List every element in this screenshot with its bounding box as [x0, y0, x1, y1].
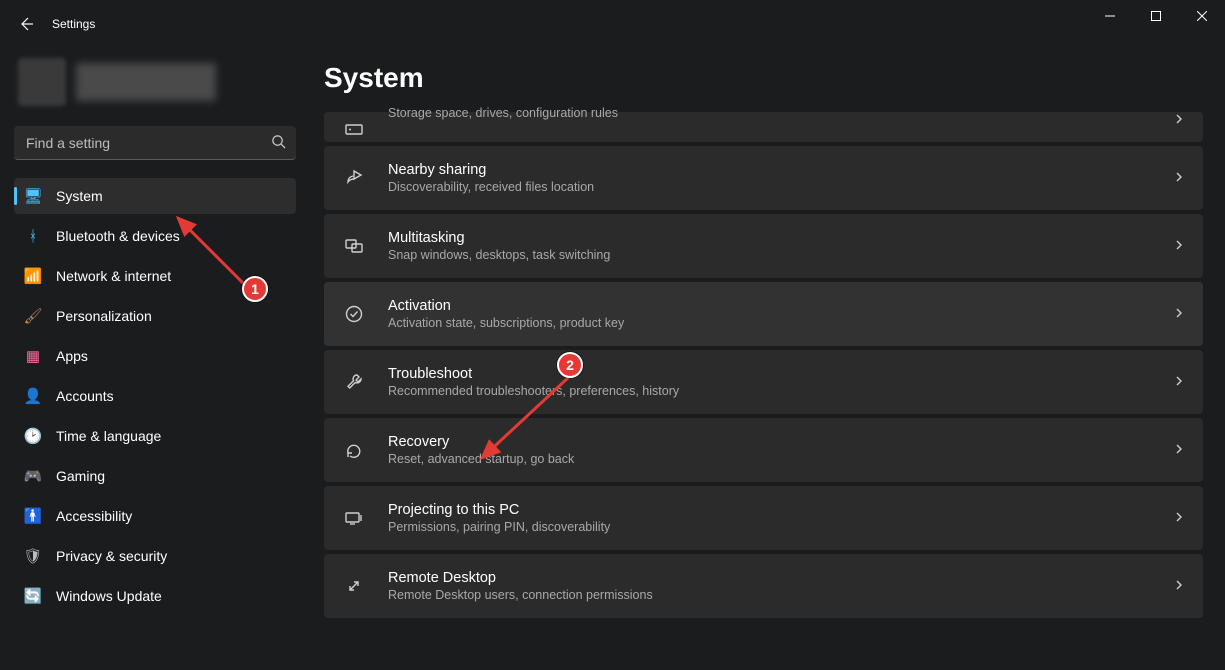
- sidebar: 🖥 System ᚼ Bluetooth & devices 📶 Network & in…: [0, 48, 310, 670]
- settings-card-nearby[interactable]: Nearby sharing Discoverability, received …: [324, 146, 1203, 210]
- chevron-right-icon: [1173, 374, 1185, 390]
- storage-icon: [342, 116, 366, 140]
- bluetooth-icon: ᚼ: [24, 227, 42, 245]
- settings-list: Storage space, drives, configuration rul…: [324, 112, 1203, 618]
- network-icon: 📶: [24, 267, 42, 285]
- content: System Storage space, drives, configurat…: [310, 48, 1225, 670]
- remote-icon: [342, 574, 366, 598]
- update-icon: 🔄: [24, 587, 42, 605]
- close-button[interactable]: [1179, 0, 1225, 32]
- minimize-button[interactable]: [1087, 0, 1133, 32]
- chevron-right-icon: [1173, 170, 1185, 186]
- card-title: Troubleshoot: [388, 366, 1151, 382]
- sidebar-item-label: Time & language: [56, 428, 161, 444]
- gaming-icon: 🎮: [24, 467, 42, 485]
- sidebar-item-bluetooth[interactable]: ᚼ Bluetooth & devices: [14, 218, 296, 254]
- sidebar-item-personalization[interactable]: 🖌 Personalization: [14, 298, 296, 334]
- sidebar-item-label: Personalization: [56, 308, 152, 324]
- sidebar-item-system[interactable]: 🖥 System: [14, 178, 296, 214]
- accessibility-icon: 🚹: [24, 507, 42, 525]
- privacy-icon: 🛡: [24, 547, 42, 565]
- card-title: Remote Desktop: [388, 570, 1151, 586]
- card-subtitle: Remote Desktop users, connection permiss…: [388, 588, 1151, 602]
- search-input[interactable]: [14, 126, 296, 160]
- card-subtitle: Reset, advanced startup, go back: [388, 452, 1151, 466]
- card-title: Recovery: [388, 434, 1151, 450]
- chevron-right-icon: [1173, 238, 1185, 254]
- projecting-icon: [342, 506, 366, 530]
- sidebar-item-time[interactable]: 🕑 Time & language: [14, 418, 296, 454]
- settings-card-projecting[interactable]: Projecting to this PC Permissions, pairin…: [324, 486, 1203, 550]
- sidebar-item-label: Accessibility: [56, 508, 132, 524]
- chevron-right-icon: [1173, 578, 1185, 594]
- recovery-icon: [342, 438, 366, 462]
- settings-card-remote[interactable]: Remote Desktop Remote Desktop users, conn…: [324, 554, 1203, 618]
- sidebar-item-gaming[interactable]: 🎮 Gaming: [14, 458, 296, 494]
- nearby-icon: [342, 166, 366, 190]
- search-container: [14, 126, 296, 160]
- sidebar-item-label: Gaming: [56, 468, 105, 484]
- annotation-marker-1: 1: [242, 276, 268, 302]
- settings-card-activation[interactable]: Activation Activation state, subscription…: [324, 282, 1203, 346]
- troubleshoot-icon: [342, 370, 366, 394]
- titlebar: Settings: [0, 0, 1225, 48]
- card-subtitle: Recommended troubleshooters, preferences…: [388, 384, 1151, 398]
- chevron-right-icon: [1173, 442, 1185, 458]
- card-subtitle: Snap windows, desktops, task switching: [388, 248, 1151, 262]
- chevron-right-icon: [1173, 112, 1185, 128]
- maximize-button[interactable]: [1133, 0, 1179, 32]
- sidebar-item-update[interactable]: 🔄 Windows Update: [14, 578, 296, 614]
- settings-card-multitask[interactable]: Multitasking Snap windows, desktops, task…: [324, 214, 1203, 278]
- annotation-marker-2: 2: [557, 352, 583, 378]
- sidebar-item-label: Windows Update: [56, 588, 162, 604]
- card-title: Projecting to this PC: [388, 502, 1151, 518]
- minimize-icon: [1105, 11, 1115, 21]
- card-title: Activation: [388, 298, 1151, 314]
- card-subtitle: Permissions, pairing PIN, discoverabilit…: [388, 520, 1151, 534]
- multitask-icon: [342, 234, 366, 258]
- search-icon: [271, 134, 286, 152]
- settings-card-storage[interactable]: Storage space, drives, configuration rul…: [324, 112, 1203, 142]
- sidebar-item-label: Accounts: [56, 388, 114, 404]
- sidebar-item-accessibility[interactable]: 🚹 Accessibility: [14, 498, 296, 534]
- sidebar-item-label: Bluetooth & devices: [56, 228, 180, 244]
- back-button[interactable]: [16, 14, 36, 34]
- back-arrow-icon: [18, 16, 34, 32]
- time-icon: 🕑: [24, 427, 42, 445]
- system-icon: 🖥: [24, 187, 42, 205]
- sidebar-item-label: Network & internet: [56, 268, 171, 284]
- card-title: Nearby sharing: [388, 162, 1151, 178]
- card-subtitle: Discoverability, received files location: [388, 180, 1151, 194]
- personalization-icon: 🖌: [24, 307, 42, 325]
- sidebar-nav: 🖥 System ᚼ Bluetooth & devices 📶 Network & in…: [14, 178, 296, 614]
- settings-card-recovery[interactable]: Recovery Reset, advanced startup, go back: [324, 418, 1203, 482]
- page-heading: System: [324, 62, 1203, 94]
- activation-icon: [342, 302, 366, 326]
- sidebar-item-accounts[interactable]: 👤 Accounts: [14, 378, 296, 414]
- card-subtitle: Storage space, drives, configuration rul…: [388, 106, 1151, 120]
- maximize-icon: [1151, 11, 1161, 21]
- window-title: Settings: [52, 17, 95, 31]
- accounts-icon: 👤: [24, 387, 42, 405]
- sidebar-item-label: Apps: [56, 348, 88, 364]
- chevron-right-icon: [1173, 306, 1185, 322]
- chevron-right-icon: [1173, 510, 1185, 526]
- sidebar-item-apps[interactable]: ▦ Apps: [14, 338, 296, 374]
- card-subtitle: Activation state, subscriptions, product…: [388, 316, 1151, 330]
- settings-card-troubleshoot[interactable]: Troubleshoot Recommended troubleshooters,…: [324, 350, 1203, 414]
- sidebar-item-label: System: [56, 188, 103, 204]
- card-title: Multitasking: [388, 230, 1151, 246]
- sidebar-item-privacy[interactable]: 🛡 Privacy & security: [14, 538, 296, 574]
- avatar: [18, 58, 66, 106]
- close-icon: [1197, 11, 1207, 21]
- window-controls: [1087, 0, 1225, 32]
- sidebar-item-label: Privacy & security: [56, 548, 167, 564]
- account-header[interactable]: [14, 48, 296, 120]
- account-name: [76, 63, 216, 101]
- apps-icon: ▦: [24, 347, 42, 365]
